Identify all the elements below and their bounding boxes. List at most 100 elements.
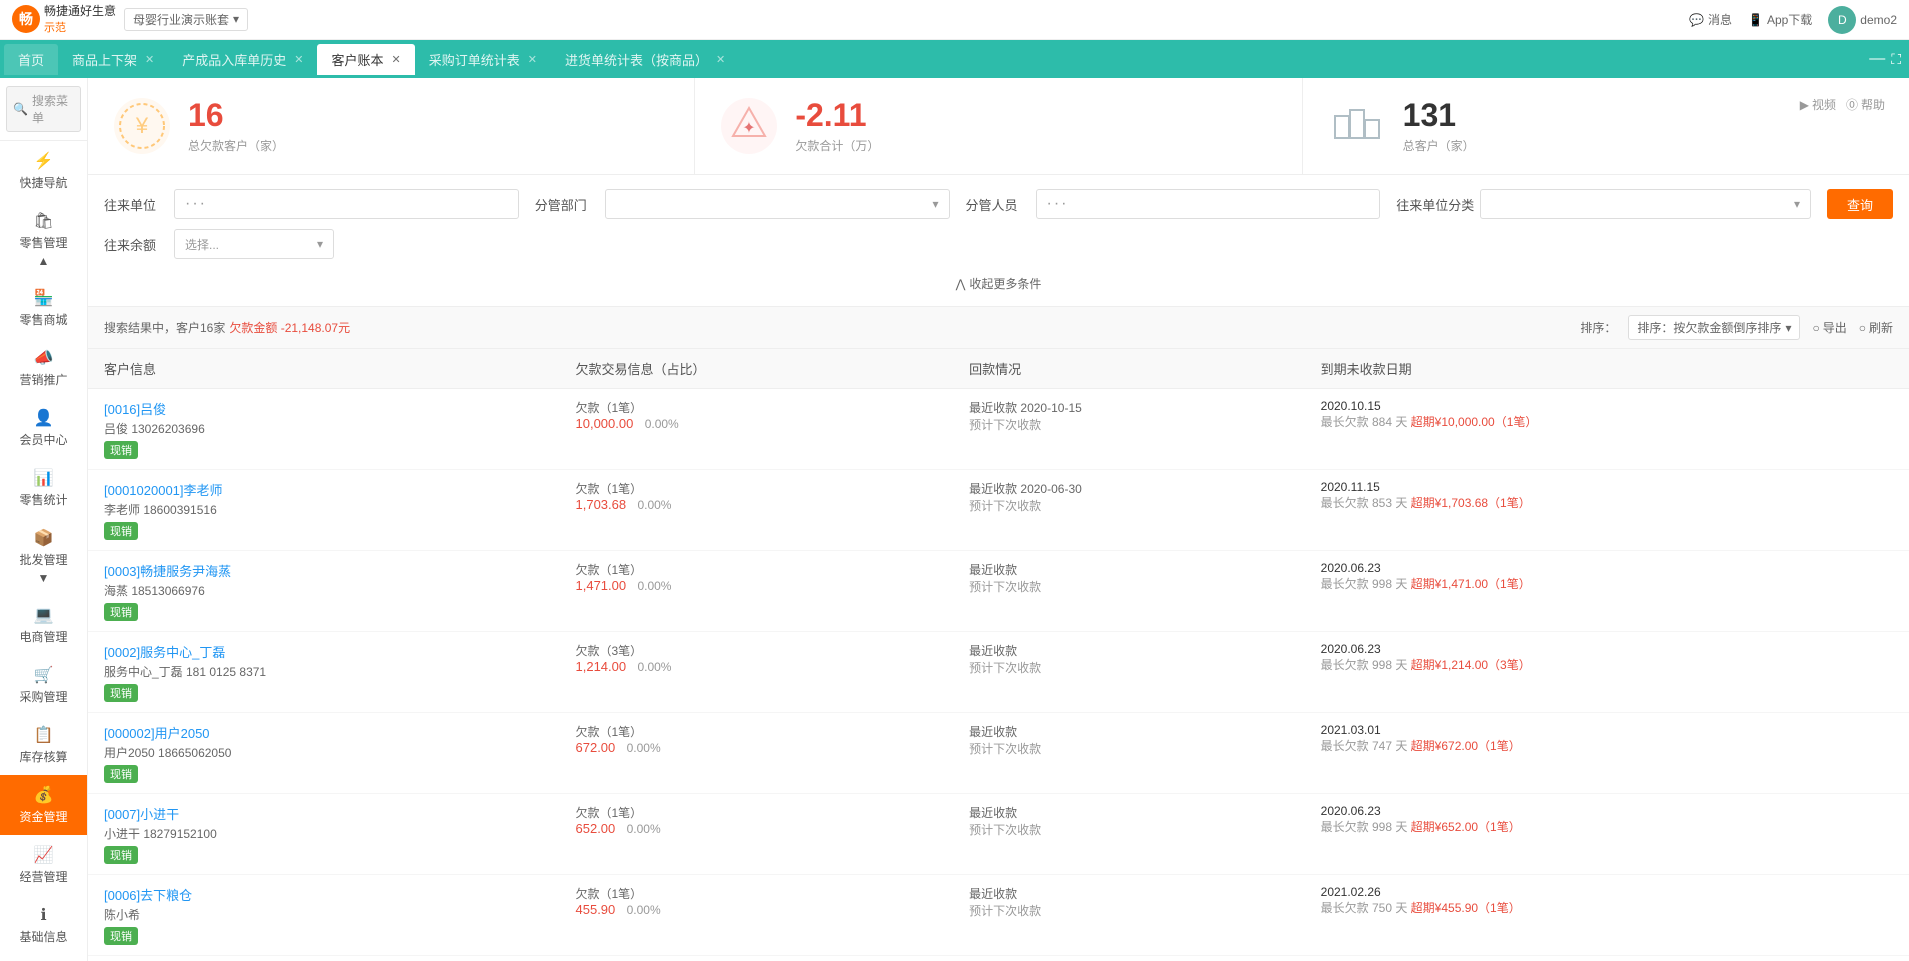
sidebar-item-operations[interactable]: 📈 经营管理: [0, 835, 87, 895]
owe-amount[interactable]: 652.00: [576, 821, 616, 836]
customer-info-cell: [0001020001]李老师 李老师 18600391516 现销: [88, 470, 560, 551]
sidebar-item-retail-mall[interactable]: 🏪 零售商城: [0, 278, 87, 338]
customer-name-link[interactable]: [0003]畅捷服务尹海蒸: [104, 564, 231, 579]
sidebar-item-inventory[interactable]: 📋 库存核算: [0, 715, 87, 775]
sidebar-item-retail-mgmt[interactable]: 🛍 零售管理 ▲: [0, 201, 87, 278]
company-selector[interactable]: 母婴行业演示账套 ▾: [124, 8, 248, 31]
customer-name-link[interactable]: [0002]服务中心_丁磊: [104, 645, 225, 660]
filter-party: 往来单位 ···: [104, 189, 519, 219]
minimize-icon[interactable]: —: [1869, 50, 1885, 68]
maximize-icon[interactable]: ⛶: [1891, 51, 1901, 68]
collection-cell: 最近收款 预计下次收款: [953, 713, 1305, 794]
last-collect: 最近收款: [969, 723, 1289, 740]
next-collect: 预计下次收款: [969, 740, 1289, 757]
customer-info-cell: [0006]去下粮仓 陈小希 现销: [88, 875, 560, 956]
collapse-button[interactable]: ⋀ 收起更多条件: [944, 269, 1054, 298]
message-label: 消息: [1708, 11, 1732, 28]
main-content: ¥ 16 总欠款客户（家） ✦ -2.11: [88, 78, 1909, 961]
table-row: [0016]吕俊 吕俊 13026203696 现销 欠款（1笔） 10,000…: [88, 389, 1909, 470]
summary-cards: ¥ 16 总欠款客户（家） ✦ -2.11: [88, 78, 1909, 175]
sidebar-item-finance[interactable]: 💰 资金管理: [0, 775, 87, 835]
owe-count: 欠款（1笔）: [576, 723, 938, 740]
app-download-icon: 📱: [1748, 13, 1763, 27]
sidebar-item-basic-info[interactable]: ℹ 基础信息: [0, 895, 87, 955]
tab-purchase-stats[interactable]: 采购订单统计表 ✕: [415, 44, 551, 75]
tab-home-label: 首页: [18, 50, 44, 69]
tab-goods-stats[interactable]: 进货单统计表（按商品） ✕: [551, 44, 739, 75]
customer-info-cell: [0007]小进干 小进干 18279152100 现销: [88, 794, 560, 875]
tab-close-icon[interactable]: ✕: [392, 53, 401, 66]
customer-name-link[interactable]: [0001020001]李老师: [104, 483, 223, 498]
overdue-days: 最长欠款 853 天: [1321, 496, 1411, 510]
customer-phone: 陈小希: [104, 906, 544, 923]
owe-amount[interactable]: 10,000.00: [576, 416, 634, 431]
customer-name-link[interactable]: [000002]用户2050: [104, 726, 210, 741]
filter-dept-input[interactable]: ▾: [605, 189, 950, 219]
sidebar-item-retail-stats[interactable]: 📊 零售统计: [0, 458, 87, 518]
filter-category-input[interactable]: ▾: [1480, 189, 1811, 219]
sidebar-search-button[interactable]: 🔍 搜索菜单: [6, 86, 81, 132]
tab-customer-ledger[interactable]: 客户账本 ✕: [317, 44, 414, 75]
export-button[interactable]: ○ 导出: [1812, 319, 1846, 336]
person-dots: ···: [1047, 195, 1069, 213]
overdue-link[interactable]: 超期¥672.00（1笔）: [1411, 739, 1521, 753]
last-collect: 最近收款 2020-10-15: [969, 399, 1289, 416]
card-info-3: 131 总客户（家）: [1403, 98, 1784, 154]
marketing-icon: 📣: [34, 348, 54, 368]
marketing-label: 营销推广: [19, 371, 67, 388]
search-button[interactable]: 查询: [1827, 189, 1893, 219]
sidebar-item-ecommerce[interactable]: 💻 电商管理: [0, 595, 87, 655]
app-download-btn[interactable]: 📱 App下载: [1748, 11, 1812, 28]
customer-name-link[interactable]: [0006]去下粮仓: [104, 888, 192, 903]
table-row: [000001]黄思源 黄思源 13552700226 现销 欠款（1笔） 42…: [88, 956, 1909, 961]
overdue-link[interactable]: 超期¥1,471.00（1笔）: [1411, 577, 1531, 591]
tab-close-icon[interactable]: ✕: [294, 53, 303, 66]
sidebar-item-wholesale[interactable]: 📦 批发管理 ▼: [0, 518, 87, 595]
sidebar-item-marketing[interactable]: 📣 营销推广: [0, 338, 87, 398]
tab-close-icon[interactable]: ✕: [145, 53, 154, 66]
last-collect: 最近收款: [969, 885, 1289, 902]
overdue-days: 最长欠款 998 天: [1321, 658, 1411, 672]
sort-selector[interactable]: 排序：按欠款金额倒序排序 ▾: [1628, 315, 1800, 340]
owe-percent: 0.00%: [637, 498, 671, 512]
last-collect: 最近收款 2020-06-30: [969, 480, 1289, 497]
tab-product-listing[interactable]: 商品上下架 ✕: [58, 44, 168, 75]
message-btn[interactable]: 💬 消息: [1689, 11, 1732, 28]
owe-amount[interactable]: 672.00: [576, 740, 616, 755]
filter-person-input[interactable]: ···: [1036, 189, 1381, 219]
owe-amount[interactable]: 1,214.00: [576, 659, 627, 674]
refresh-label: 刷新: [1869, 319, 1893, 336]
tab-close-icon[interactable]: ✕: [528, 53, 537, 66]
sidebar-item-members[interactable]: 👤 会员中心: [0, 398, 87, 458]
collection-cell: 最近收款 预计下次收款: [953, 875, 1305, 956]
filter-row-2: 往来余额 选择... ▾: [104, 229, 1893, 259]
owe-amount[interactable]: 1,703.68: [576, 497, 627, 512]
refresh-button[interactable]: ○ 刷新: [1859, 319, 1893, 336]
customer-name-link[interactable]: [0007]小进干: [104, 807, 179, 822]
tab-product-history[interactable]: 产成品入库单历史 ✕: [168, 44, 317, 75]
filter-balance-input[interactable]: 选择... ▾: [174, 229, 334, 259]
owe-amount[interactable]: 455.90: [576, 902, 616, 917]
customer-phone: 服务中心_丁磊 181 0125 8371: [104, 663, 544, 680]
tab-home[interactable]: 首页: [4, 44, 58, 75]
owe-amount[interactable]: 1,471.00: [576, 578, 627, 593]
tab-close-icon[interactable]: ✕: [716, 53, 725, 66]
results-text: 搜索结果中，客户16家: [104, 319, 225, 336]
filter-party-input[interactable]: ···: [174, 189, 519, 219]
overdue-link[interactable]: 超期¥1,214.00（3笔）: [1411, 658, 1531, 672]
customer-name-link[interactable]: [0016]吕俊: [104, 402, 166, 417]
sidebar-item-system[interactable]: ⚙ 系统管理: [0, 955, 87, 961]
expand-icon: ▲: [38, 254, 50, 268]
help-btn[interactable]: ⓪ 帮助: [1846, 96, 1885, 113]
retail-mall-label: 零售商城: [19, 311, 67, 328]
sidebar-item-purchase[interactable]: 🛒 采购管理: [0, 655, 87, 715]
video-btn[interactable]: ▶ 视频: [1800, 96, 1836, 113]
overdue-link[interactable]: 超期¥652.00（1笔）: [1411, 820, 1521, 834]
sidebar-item-shortcuts[interactable]: ⚡ 快捷导航: [0, 141, 87, 201]
overdue-link[interactable]: 超期¥1,703.68（1笔）: [1411, 496, 1531, 510]
filter-row-1: 往来单位 ··· 分管部门 ▾ 分管人员 ···: [104, 189, 1893, 219]
results-actions: 排序： 排序：按欠款金额倒序排序 ▾ ○ 导出 ○ 刷新: [1580, 315, 1893, 340]
overdue-link[interactable]: 超期¥455.90（1笔）: [1411, 901, 1521, 915]
user-menu[interactable]: D demo2: [1828, 6, 1897, 34]
overdue-link[interactable]: 超期¥10,000.00（1笔）: [1411, 415, 1538, 429]
